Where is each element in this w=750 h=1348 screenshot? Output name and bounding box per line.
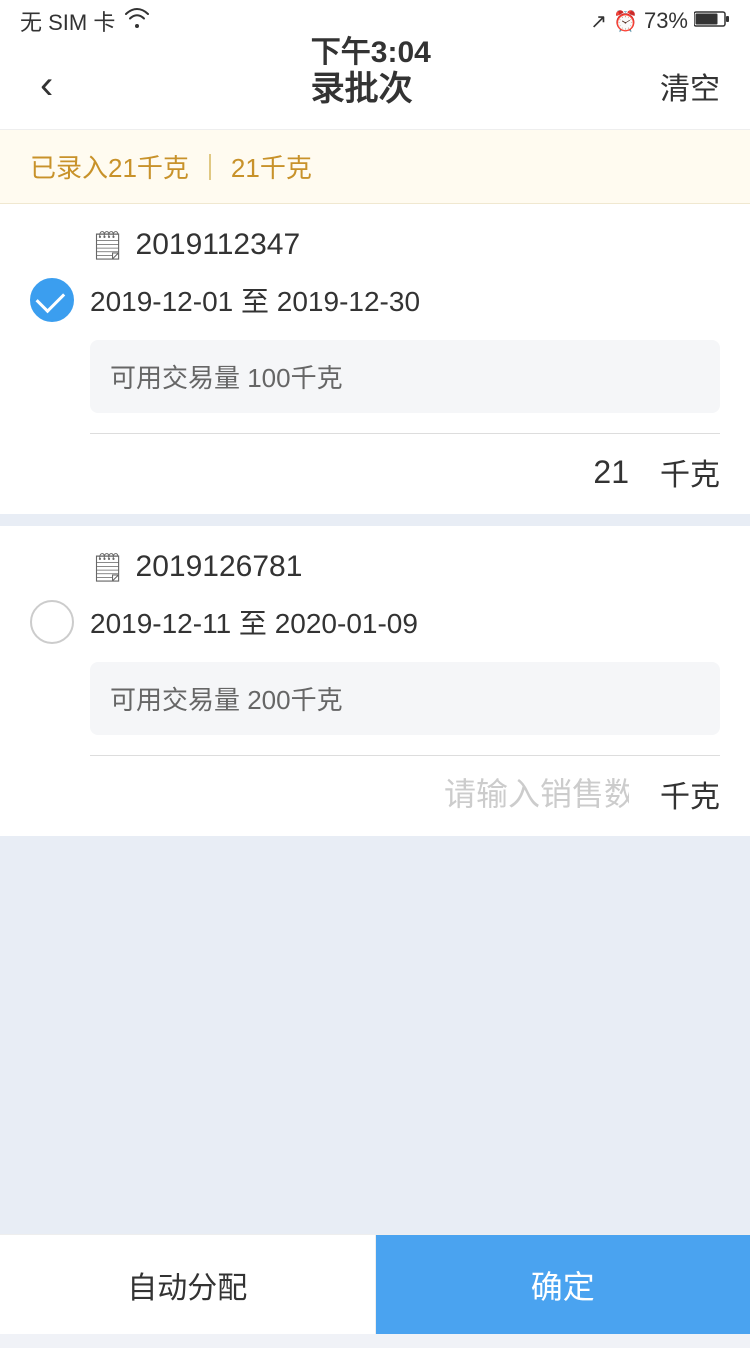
page-content: 🗒 2019112347 2019-12-01 至 2019-12-30 可用交… — [0, 204, 750, 1348]
doc-icon-1: 🗒 — [90, 229, 126, 262]
batch-qty-1: 可用交易量 100千克 — [90, 340, 720, 413]
batch-card-2: 🗒 2019126781 2019-12-11 至 2020-01-09 可用交… — [0, 526, 750, 836]
auto-distribute-button[interactable]: 自动分配 — [0, 1235, 376, 1334]
batch-value-input-2[interactable] — [444, 776, 644, 813]
info-bar: 已录入21千克 21千克 — [0, 130, 750, 204]
batch-card-1: 🗒 2019112347 2019-12-01 至 2019-12-30 可用交… — [0, 204, 750, 514]
batch-unit-2: 千克 — [660, 772, 720, 816]
status-time: 下午3:04 — [311, 27, 431, 71]
batch-id-2: 2019126781 — [136, 550, 303, 584]
batch-item-2: 🗒 2019126781 2019-12-11 至 2020-01-09 可用交… — [0, 526, 750, 836]
batch-date-row-1[interactable]: 2019-12-01 至 2019-12-30 — [30, 278, 720, 322]
batch-item-1: 🗒 2019112347 2019-12-01 至 2019-12-30 可用交… — [0, 204, 750, 514]
sim-label: 无 SIM 卡 — [20, 5, 115, 37]
battery-icon — [694, 8, 730, 34]
batch-id-1: 2019112347 — [136, 228, 301, 262]
battery-label: 73% — [644, 8, 688, 34]
location-icon: ↗ — [590, 9, 607, 34]
radio-unchecked-2[interactable] — [30, 600, 74, 644]
wifi-icon — [123, 8, 151, 34]
batch-separator-1 — [0, 514, 750, 526]
batch-separator-2 — [0, 836, 750, 848]
status-right: ↗ ⏰ 73% — [590, 8, 730, 34]
alarm-icon: ⏰ — [613, 9, 638, 34]
bottom-empty-area — [0, 848, 750, 1248]
batch-qty-2: 可用交易量 200千克 — [90, 662, 720, 735]
confirm-button[interactable]: 确定 — [376, 1235, 750, 1334]
batch-unit-1: 千克 — [660, 450, 720, 494]
recorded-info: 已录入21千克 — [30, 148, 189, 185]
batch-id-row-1: 🗒 2019112347 — [30, 228, 720, 262]
info-amount: 21千克 — [231, 148, 312, 185]
status-left: 无 SIM 卡 — [20, 5, 151, 37]
batch-date-row-2[interactable]: 2019-12-11 至 2020-01-09 — [30, 600, 720, 644]
back-button[interactable]: ‹ — [30, 53, 63, 118]
doc-icon-2: 🗒 — [90, 551, 126, 584]
batch-id-row-2: 🗒 2019126781 — [30, 550, 720, 584]
batch-input-row-1: 千克 — [30, 434, 720, 514]
batch-date-1: 2019-12-01 至 2019-12-30 — [90, 280, 420, 320]
radio-checked-1[interactable] — [30, 278, 74, 322]
batch-value-input-1[interactable] — [444, 454, 644, 491]
clear-button[interactable]: 清空 — [660, 64, 720, 108]
status-bar: 无 SIM 卡 下午3:04 ↗ ⏰ 73% — [0, 0, 750, 42]
footer: 自动分配 确定 — [0, 1234, 750, 1334]
batch-input-row-2: 千克 — [30, 756, 720, 836]
batch-date-2: 2019-12-11 至 2020-01-09 — [90, 602, 418, 642]
info-divider — [209, 154, 211, 180]
